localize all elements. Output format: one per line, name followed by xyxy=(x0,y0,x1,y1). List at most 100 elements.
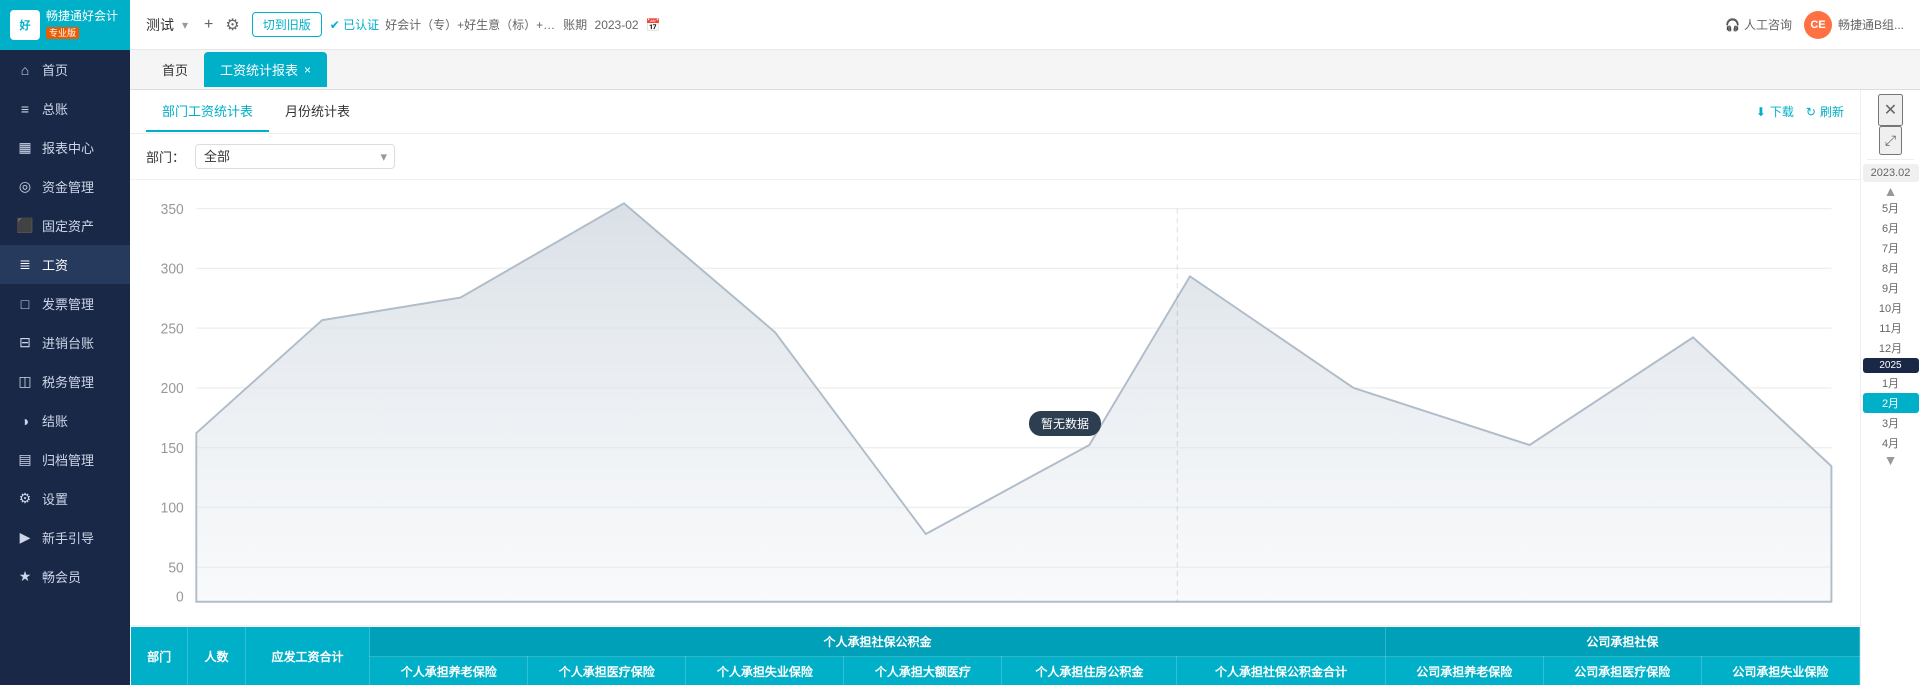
month-9[interactable]: 9月 xyxy=(1863,278,1919,298)
month-4[interactable]: 4月 xyxy=(1863,433,1919,453)
col-individual-unemployment: 个人承担失业保险 xyxy=(686,657,844,685)
settings-icon: ⚙ xyxy=(16,490,34,507)
close-period-icon: ◑ xyxy=(16,413,34,429)
dept-filter-label: 部门： xyxy=(146,147,185,166)
sidebar-item-invoice[interactable]: □ 发票管理 xyxy=(0,284,130,323)
sidebar-logo: 好 畅捷通好会计 专业版 xyxy=(0,0,130,50)
topbar: 测试 ▾ + ⚙ 切到旧版 ✔ 已认证 好会计（专）+好生意（标）+… 账期 2… xyxy=(130,0,1920,50)
sidebar-item-reports[interactable]: ▦ 报表中心 xyxy=(0,128,130,167)
sidebar-item-payroll[interactable]: ≣ 工资 xyxy=(0,245,130,284)
year-2025-label: 2025 xyxy=(1863,358,1919,373)
prev-year-button[interactable]: ▲ xyxy=(1884,184,1898,198)
panel-close-button[interactable]: ✕ xyxy=(1878,94,1903,126)
chart-svg: 350 300 250 200 150 100 50 0 xyxy=(146,190,1844,615)
chart-area: 350 300 250 200 150 100 50 0 xyxy=(130,180,1860,625)
salary-table: 部门 人数 应发工资合计 个人承担社保公积金 公司承担社保 个人承担养老保险 个… xyxy=(130,626,1860,685)
calendar-icon[interactable]: 📅 xyxy=(646,18,661,32)
settings-button[interactable]: ⚙ xyxy=(221,11,243,39)
right-panel: ✕ ⤢ 2023.02 ▲ 5月 6月 7月 8月 9月 10月 11月 12月… xyxy=(1860,90,1920,685)
month-3[interactable]: 3月 xyxy=(1863,413,1919,433)
month-11[interactable]: 11月 xyxy=(1863,318,1919,338)
col-salary: 应发工资合计 xyxy=(245,627,370,685)
svg-text:50: 50 xyxy=(168,560,183,576)
member-icon: ★ xyxy=(16,568,34,585)
content-main: 部门工资统计表 月份统计表 ⬇ 下载 ↻ 刷新 xyxy=(130,90,1860,685)
period-label: 账期 2023-02 📅 xyxy=(563,16,661,33)
subtabs: 部门工资统计表 月份统计表 ⬇ 下载 ↻ 刷新 xyxy=(130,90,1860,134)
tab-home[interactable]: 首页 xyxy=(146,52,204,87)
service-button[interactable]: 🎧 人工咨询 xyxy=(1725,16,1792,33)
headset-icon: 🎧 xyxy=(1725,18,1740,32)
add-button[interactable]: + xyxy=(200,12,217,38)
month-7[interactable]: 7月 xyxy=(1863,238,1919,258)
home-icon: ⌂ xyxy=(16,62,34,78)
svg-text:0: 0 xyxy=(176,589,184,605)
ledger-icon: ≡ xyxy=(16,101,34,117)
download-icon: ⬇ xyxy=(1756,105,1766,119)
sidebar: 好 畅捷通好会计 专业版 ⌂ 首页 ≡ 总账 ▦ 报表中心 ◎ 资金管理 ⬛ 固… xyxy=(0,0,130,685)
dept-filter-wrap: 全部 研发部 销售部 财务部 xyxy=(195,144,395,169)
sidebar-item-archive[interactable]: ▤ 归档管理 xyxy=(0,440,130,479)
sidebar-item-tax[interactable]: ◫ 税务管理 xyxy=(0,362,130,401)
reports-icon: ▦ xyxy=(16,139,34,156)
month-2[interactable]: 2月 xyxy=(1863,393,1919,413)
product-tags: 好会计（专）+好生意（标）+… xyxy=(385,16,555,33)
month-6[interactable]: 6月 xyxy=(1863,218,1919,238)
sidebar-item-member[interactable]: ★ 畅会员 xyxy=(0,557,130,596)
month-12[interactable]: 12月 xyxy=(1863,338,1919,358)
sidebar-item-ledger[interactable]: ≡ 总账 xyxy=(0,89,130,128)
col-company-unemployment: 公司承担失业保险 xyxy=(1701,657,1859,685)
sidebar-item-capital[interactable]: ◎ 资金管理 xyxy=(0,167,130,206)
svg-text:300: 300 xyxy=(161,261,184,277)
sidebar-item-close[interactable]: ◑ 结账 xyxy=(0,401,130,440)
refresh-button[interactable]: ↻ 刷新 xyxy=(1806,103,1844,120)
company-dropdown[interactable]: ▾ xyxy=(182,18,188,32)
guide-icon: ▶ xyxy=(16,529,34,546)
col-individual-housing: 个人承担住房公积金 xyxy=(1002,657,1177,685)
col-group-individual: 个人承担社保公积金 xyxy=(370,627,1386,657)
certified-tag: ✔ 已认证 xyxy=(330,16,379,33)
invoice-icon: □ xyxy=(16,296,34,312)
user-area[interactable]: CE 畅捷通B组... xyxy=(1804,11,1904,39)
month-8[interactable]: 8月 xyxy=(1863,258,1919,278)
sidebar-item-home[interactable]: ⌂ 首页 xyxy=(0,50,130,89)
col-company-pension: 公司承担养老保险 xyxy=(1385,657,1543,685)
col-individual-pension: 个人承担养老保险 xyxy=(370,657,528,685)
assets-icon: ⬛ xyxy=(16,217,34,234)
col-count: 人数 xyxy=(188,627,245,685)
content: 部门工资统计表 月份统计表 ⬇ 下载 ↻ 刷新 xyxy=(130,90,1920,685)
svg-text:250: 250 xyxy=(161,321,184,337)
sales-icon: ⊟ xyxy=(16,334,34,351)
tabbar: 首页 工资统计报表 × xyxy=(130,50,1920,90)
dept-filter-select[interactable]: 全部 研发部 销售部 财务部 xyxy=(195,144,395,169)
tab-payroll-report[interactable]: 工资统计报表 × xyxy=(204,52,327,87)
col-group-company: 公司承担社保 xyxy=(1385,627,1859,657)
sidebar-item-guide[interactable]: ▶ 新手引导 xyxy=(0,518,130,557)
next-year-button[interactable]: ▼ xyxy=(1884,453,1898,467)
archive-icon: ▤ xyxy=(16,451,34,468)
panel-expand-button[interactable]: ⤢ xyxy=(1879,126,1902,155)
subtab-dept[interactable]: 部门工资统计表 xyxy=(146,91,269,132)
subtab-actions: ⬇ 下载 ↻ 刷新 xyxy=(1756,103,1844,120)
switch-version-button[interactable]: 切到旧版 xyxy=(252,12,322,37)
sidebar-item-assets[interactable]: ⬛ 固定资产 xyxy=(0,206,130,245)
panel-divider xyxy=(1867,159,1914,160)
col-individual-major-medical: 个人承担大额医疗 xyxy=(844,657,1002,685)
username: 畅捷通B组... xyxy=(1838,16,1904,33)
logo-icon: 好 xyxy=(10,10,40,40)
subtab-monthly[interactable]: 月份统计表 xyxy=(269,91,366,132)
chart-container: 350 300 250 200 150 100 50 0 xyxy=(146,190,1844,615)
topbar-tags: ✔ 已认证 好会计（专）+好生意（标）+… xyxy=(330,16,555,33)
svg-text:200: 200 xyxy=(161,381,184,397)
month-10[interactable]: 10月 xyxy=(1863,298,1919,318)
tab-close-icon[interactable]: × xyxy=(304,63,311,77)
svg-text:100: 100 xyxy=(161,500,184,516)
payroll-icon: ≣ xyxy=(16,256,34,273)
sidebar-item-settings[interactable]: ⚙ 设置 xyxy=(0,479,130,518)
topbar-actions: + ⚙ xyxy=(200,11,244,39)
sidebar-item-sales[interactable]: ⊟ 进销台账 xyxy=(0,323,130,362)
svg-text:150: 150 xyxy=(161,441,184,457)
month-5[interactable]: 5月 xyxy=(1863,198,1919,218)
download-button[interactable]: ⬇ 下载 xyxy=(1756,103,1794,120)
month-1[interactable]: 1月 xyxy=(1863,373,1919,393)
